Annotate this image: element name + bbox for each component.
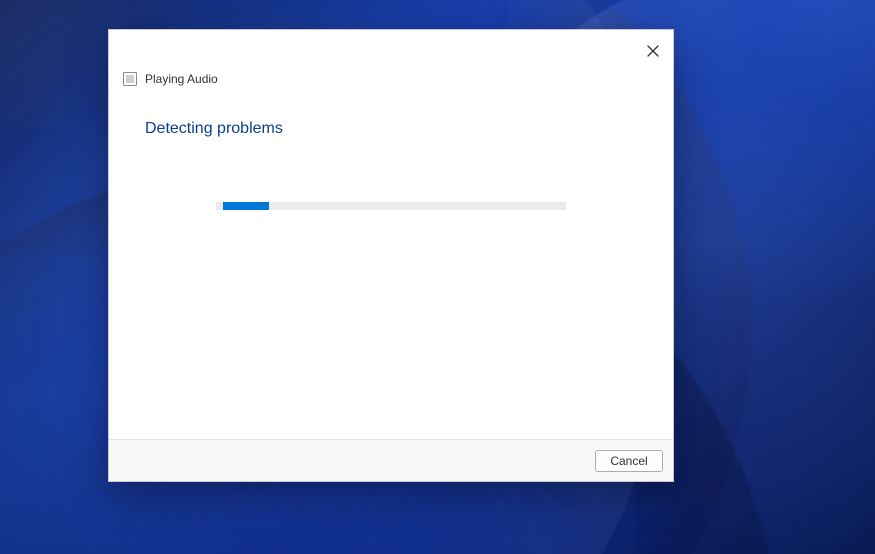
troubleshooter-dialog: Playing Audio Detecting problems Cancel xyxy=(108,29,674,482)
dialog-body: Detecting problems xyxy=(109,88,673,439)
progress-fill xyxy=(223,202,269,210)
window-title: Playing Audio xyxy=(145,72,218,86)
close-icon xyxy=(647,44,659,62)
progress-bar xyxy=(145,202,637,210)
progress-track xyxy=(216,202,566,210)
cancel-button[interactable]: Cancel xyxy=(595,450,663,472)
close-button[interactable] xyxy=(639,42,667,64)
dialog-header: Playing Audio xyxy=(109,52,673,88)
title-bar xyxy=(109,30,673,52)
status-heading: Detecting problems xyxy=(145,120,637,138)
troubleshooter-icon xyxy=(123,72,137,86)
dialog-footer: Cancel xyxy=(109,439,673,481)
